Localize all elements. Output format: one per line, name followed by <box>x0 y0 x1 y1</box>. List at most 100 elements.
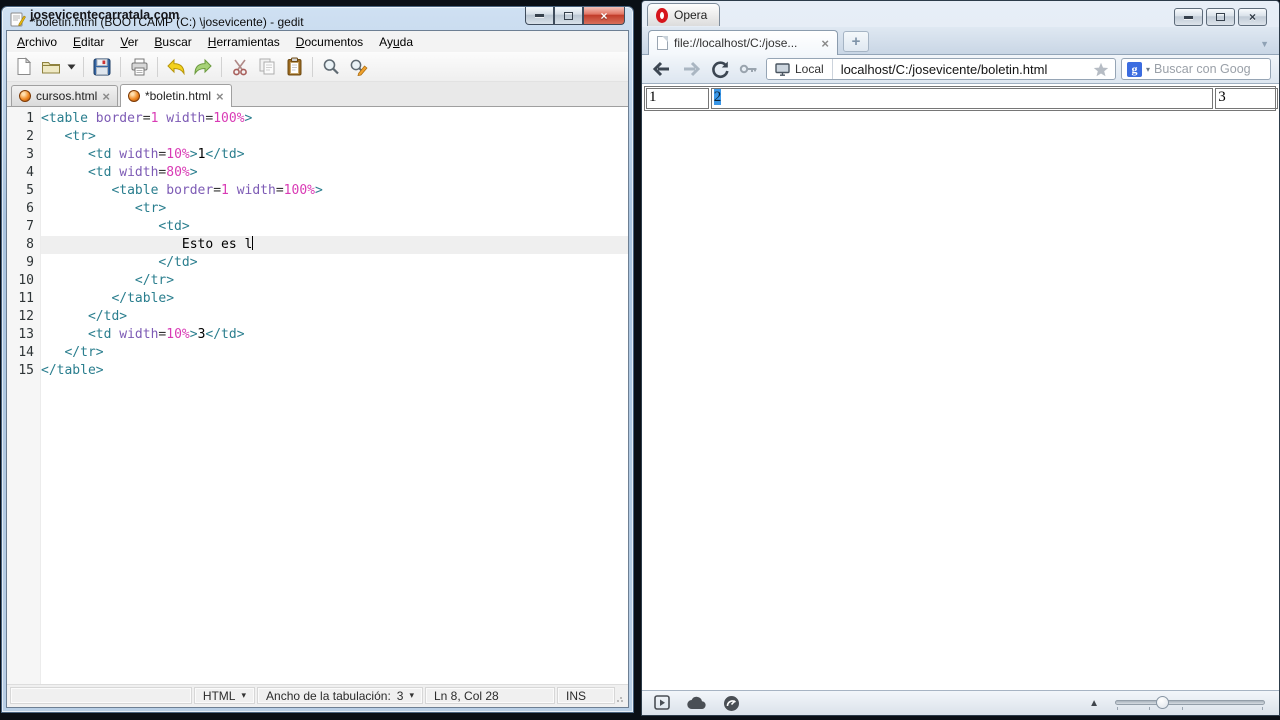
language-mode-dropdown[interactable]: HTML ▾ <box>193 687 256 704</box>
code-line-3[interactable]: 3 <td width=10%>1</td> <box>7 146 628 164</box>
tab-close-icon[interactable]: × <box>821 37 829 50</box>
page-table-cell[interactable]: 2 <box>710 88 1214 109</box>
key-icon <box>739 64 757 74</box>
restore-button[interactable] <box>554 7 583 25</box>
back-button[interactable] <box>650 58 674 80</box>
opera-turbo-icon[interactable] <box>723 695 740 712</box>
new-tab-button[interactable]: + <box>843 31 869 52</box>
menu-buscar[interactable]: Buscar <box>146 33 199 51</box>
save-button[interactable] <box>89 55 115 79</box>
line-number: 12 <box>18 309 34 324</box>
find-button[interactable] <box>318 55 344 79</box>
code-editor[interactable]: 1 <table border=1 width=100%> 2 <tr> 3 <td … <box>7 107 628 684</box>
dropdown-caret-icon: ▾ <box>241 690 247 700</box>
find-replace-button[interactable] <box>345 55 371 79</box>
new-document-button[interactable] <box>11 55 37 79</box>
resize-grip[interactable] <box>616 695 624 703</box>
zoom-menu-icon[interactable]: ▲ <box>1089 698 1099 709</box>
tab-width-label: Ancho de la tabulación: <box>266 688 391 703</box>
open-dropdown-icon <box>67 64 76 70</box>
code-line-6[interactable]: 6 <tr> <box>7 200 628 218</box>
minimize-button[interactable] <box>1174 8 1203 26</box>
insert-mode-indicator[interactable]: INS <box>557 687 615 704</box>
bookmark-star-icon[interactable] <box>1093 62 1109 77</box>
undo-button[interactable] <box>163 55 189 79</box>
menu-herramientas[interactable]: Herramientas <box>200 33 288 51</box>
url-text[interactable]: localhost/C:/josevicente/boletin.html <box>833 62 1093 77</box>
back-icon <box>652 61 669 77</box>
cut-button[interactable] <box>227 55 253 79</box>
code-line-12[interactable]: 12 </td> <box>7 308 628 326</box>
menu-archivo[interactable]: Archivo <box>9 33 65 51</box>
page-table-cell[interactable]: 1 <box>646 88 709 109</box>
code-line-13[interactable]: 13 <td width=10%>3</td> <box>7 326 628 344</box>
close-icon: × <box>1248 10 1256 24</box>
menu-ver[interactable]: Ver <box>112 33 146 51</box>
tab-width-dropdown[interactable]: Ancho de la tabulación: 3 ▾ <box>257 687 423 704</box>
code-line-11[interactable]: 11 </table> <box>7 290 628 308</box>
restore-icon <box>1216 13 1225 21</box>
address-bar[interactable]: Local localhost/C:/josevicente/boletin.h… <box>766 58 1116 80</box>
cursor-position-indicator: Ln 8, Col 28 <box>425 687 555 704</box>
tab-list-chevron-icon[interactable]: ▼ <box>1260 39 1269 49</box>
panel-toggle-icon[interactable] <box>654 695 671 711</box>
password-wand-button[interactable] <box>737 58 761 80</box>
code-line-9[interactable]: 9 </td> <box>7 254 628 272</box>
close-button[interactable]: × <box>1238 8 1267 26</box>
editor-tab-cursos.html[interactable]: cursos.html × <box>11 85 118 106</box>
rendered-html-table: 12 3 <box>644 86 1278 111</box>
code-line-4[interactable]: 4 <td width=80%> <box>7 164 628 182</box>
code-line-5[interactable]: 5 <table border=1 width=100%> <box>7 182 628 200</box>
open-dropdown-button[interactable] <box>65 55 78 79</box>
menu-editar[interactable]: Editar <box>65 33 112 51</box>
opera-link-cloud-icon[interactable] <box>687 696 707 710</box>
line-number: 1 <box>26 111 34 126</box>
zoom-slider[interactable] <box>1115 696 1265 710</box>
find-icon <box>322 58 340 76</box>
selected-text[interactable]: 2 <box>713 89 722 105</box>
line-number: 9 <box>26 255 34 270</box>
zoom-slider-track[interactable] <box>1115 700 1265 705</box>
editor-tab-boletin.html[interactable]: *boletin.html × <box>119 84 232 107</box>
restore-button[interactable] <box>1206 8 1235 26</box>
toolbar-separator <box>83 56 84 77</box>
code-line-10[interactable]: 10 </tr> <box>7 272 628 290</box>
zoom-slider-handle[interactable] <box>1155 696 1169 709</box>
find-replace-icon <box>349 58 368 76</box>
dropdown-caret-icon: ▾ <box>409 690 414 700</box>
browser-tab[interactable]: file://localhost/C:/jose... × <box>648 30 838 55</box>
code-line-14[interactable]: 14 </tr> <box>7 344 628 362</box>
forward-button[interactable] <box>679 58 703 80</box>
copy-button[interactable] <box>254 55 280 79</box>
code-line-15[interactable]: 15 </table> <box>7 362 628 380</box>
tab-close-icon[interactable]: × <box>216 90 224 103</box>
protocol-badge[interactable]: Local <box>767 59 833 79</box>
redo-button[interactable] <box>190 55 216 79</box>
minimize-button[interactable] <box>525 7 554 25</box>
code-line-2[interactable]: 2 <tr> <box>7 128 628 146</box>
menu-documentos[interactable]: Documentos <box>288 33 371 51</box>
menu-ayuda[interactable]: Ayuda <box>371 33 421 51</box>
toolbar-separator <box>221 56 222 77</box>
code-line-1[interactable]: 1 <table border=1 width=100%> <box>7 110 628 128</box>
line-number: 13 <box>18 327 34 342</box>
gedit-toolbar <box>7 52 628 82</box>
print-button[interactable] <box>126 55 152 79</box>
page-table-cell[interactable]: 3 <box>1215 88 1278 109</box>
code-text: </td> <box>158 255 198 270</box>
code-line-8[interactable]: 8 Esto es l <box>7 236 628 254</box>
tab-close-icon[interactable]: × <box>102 90 110 103</box>
close-button[interactable]: × <box>583 7 625 25</box>
tab-label: cursos.html <box>36 89 98 103</box>
save-icon <box>93 58 111 76</box>
opera-menu-button[interactable]: Opera <box>647 3 721 26</box>
code-text: <table border=1 width=100%> <box>111 183 323 198</box>
reload-button[interactable] <box>708 58 732 80</box>
code-line-7[interactable]: 7 <td> <box>7 218 628 236</box>
open-folder-button[interactable] <box>38 55 64 79</box>
opera-window-controls: × <box>1174 8 1267 26</box>
paste-button[interactable] <box>281 55 307 79</box>
opera-tabbar: file://localhost/C:/jose... × + ▼ <box>642 27 1279 55</box>
search-engine-caret-icon[interactable]: ▾ <box>1146 65 1150 74</box>
search-box[interactable]: g ▾ Buscar con Goog <box>1121 58 1271 80</box>
